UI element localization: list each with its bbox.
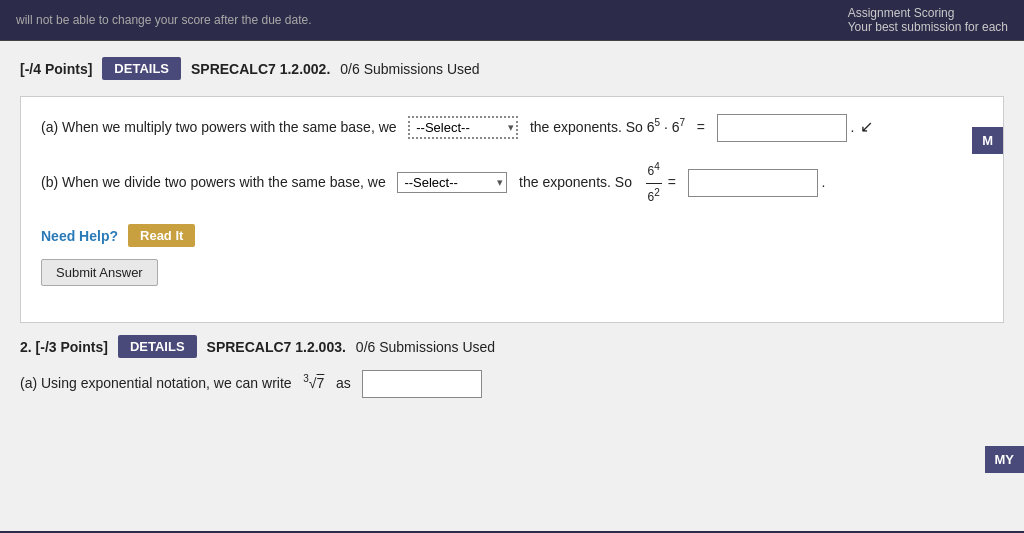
part-b-select-wrapper: --Select-- add subtract multiply divide [397, 170, 507, 195]
fraction-denominator: 62 [646, 184, 662, 209]
problem2-part-a-answer-input[interactable] [362, 370, 482, 398]
problem1-points: [-/4 Points] [20, 61, 92, 77]
problem2-my-badge: MY [985, 446, 1025, 473]
part-b-select[interactable]: --Select-- add subtract multiply divide [397, 172, 507, 193]
part-a-text1: (a) When we multiply two powers with the… [41, 119, 397, 135]
best-submission-label: Your best submission for each [848, 20, 1008, 34]
part-b-text1: (b) When we divide two powers with the s… [41, 174, 386, 190]
need-help-label: Need Help? [41, 228, 118, 244]
part-a-select[interactable]: --Select-- add subtract multiply divide [408, 116, 518, 139]
problem2-code: SPRECALC7 1.2.003. [207, 339, 346, 355]
part-a-text4: = [697, 119, 705, 135]
problem2-part-a-text2: as [336, 375, 351, 391]
part-a-exp1: 5 [654, 117, 660, 128]
problem2-part-a-text1: (a) Using exponential notation, we can w… [20, 375, 292, 391]
top-bar: will not be able to change your score af… [0, 0, 1024, 41]
read-it-button[interactable]: Read It [128, 224, 195, 247]
problem1-header: [-/4 Points] DETAILS SPRECALC7 1.2.002. … [20, 57, 1004, 80]
radical-index: 3 [303, 374, 309, 385]
problem1-part-a: (a) When we multiply two powers with the… [41, 113, 983, 142]
part-a-text2: the exponents. So 6 [530, 119, 655, 135]
fraction: 64 62 [646, 158, 662, 208]
submit-answer-button[interactable]: Submit Answer [41, 259, 158, 286]
problem1-question-box: M (a) When we multiply two powers with t… [20, 96, 1004, 323]
part-a-period: . [851, 119, 855, 135]
problem1-code: SPRECALC7 1.2.002. [191, 61, 330, 77]
part-a-text3: · 6 [664, 119, 680, 135]
part-a-exp2: 7 [680, 117, 686, 128]
problem1-details-button[interactable]: DETAILS [102, 57, 181, 80]
problem2-part-a: (a) Using exponential notation, we can w… [20, 370, 1004, 398]
part-b-text2: the exponents. So [519, 174, 632, 190]
part-a-answer-input[interactable] [717, 114, 847, 142]
part-b-text3: = [668, 174, 676, 190]
problem1-submissions: 0/6 Submissions Used [340, 61, 479, 77]
top-bar-left-text: will not be able to change your score af… [16, 13, 312, 27]
need-help-row: Need Help? Read It [41, 224, 983, 247]
assignment-scoring-label: Assignment Scoring [848, 6, 955, 20]
problem2-points: 2. [-/3 Points] [20, 339, 108, 355]
problem2-details-button[interactable]: DETAILS [118, 335, 197, 358]
radicand: 7 [317, 375, 325, 391]
cursor-arrow: ↙ [860, 113, 873, 142]
main-content: [-/4 Points] DETAILS SPRECALC7 1.2.002. … [0, 41, 1024, 531]
problem2-header: 2. [-/3 Points] DETAILS SPRECALC7 1.2.00… [20, 335, 1004, 358]
part-b-period: . [822, 174, 826, 190]
fraction-num-exp: 4 [654, 161, 660, 172]
problem1-my-badge: M [972, 127, 1003, 154]
top-bar-right: Assignment Scoring Your best submission … [848, 6, 1008, 34]
page-wrapper: will not be able to change your score af… [0, 0, 1024, 533]
cube-root-symbol: 3√7 [303, 375, 328, 391]
problem2-submissions: 0/6 Submissions Used [356, 339, 495, 355]
fraction-numerator: 64 [646, 158, 662, 184]
part-b-answer-input[interactable] [688, 169, 818, 197]
part-a-select-wrapper: --Select-- add subtract multiply divide [408, 115, 518, 140]
problem1-part-b: (b) When we divide two powers with the s… [41, 158, 983, 208]
fraction-den-exp: 2 [654, 187, 660, 198]
